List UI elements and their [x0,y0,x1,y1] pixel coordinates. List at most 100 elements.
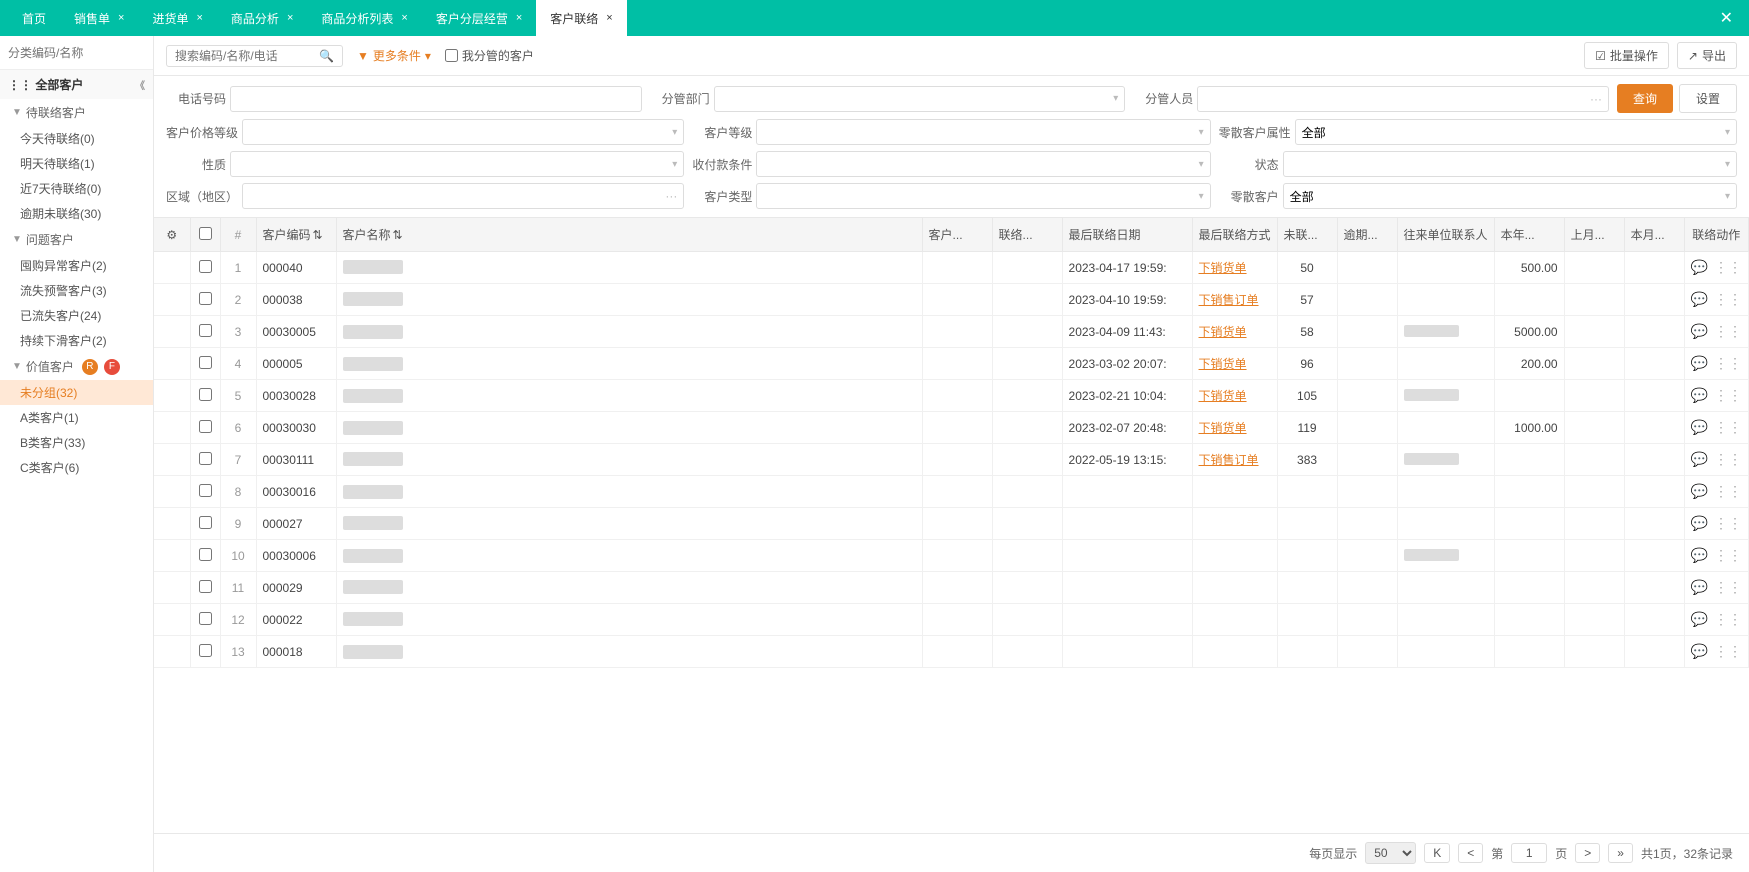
gear-icon[interactable]: ⚙ [166,228,177,242]
sidebar-item-class-b[interactable]: B类客户(33) [0,430,153,455]
tab-home[interactable]: 首页 [8,0,60,36]
price-level-select[interactable]: ▾ [242,119,684,145]
more-action-icon[interactable]: ⋮⋮ [1714,291,1742,308]
row-checkbox[interactable] [199,484,212,497]
batch-operations-button[interactable]: ☑ 批量操作 [1584,42,1669,69]
ellipsis-icon[interactable]: ··· [665,189,677,203]
contact-action-icon[interactable]: 💬 [1691,611,1708,628]
contact-action-icon[interactable]: 💬 [1691,547,1708,564]
row-checkbox[interactable] [199,292,212,305]
contact-action-icon[interactable]: 💬 [1691,323,1708,340]
select-all-checkbox[interactable] [199,227,212,240]
first-page-button[interactable]: K [1424,843,1450,863]
last-method-link[interactable]: 下销货单 [1199,325,1247,339]
last-page-button[interactable]: » [1608,843,1633,863]
overdue-col-header[interactable]: 逾期... [1337,218,1397,252]
contact-action-icon[interactable]: 💬 [1691,355,1708,372]
sidebar-item-ungroup[interactable]: 未分组(32) [0,380,153,405]
search-icon[interactable]: 🔍 [319,49,334,63]
type-col-header[interactable]: 客户... [922,218,992,252]
more-action-icon[interactable]: ⋮⋮ [1714,323,1742,340]
more-action-icon[interactable]: ⋮⋮ [1714,643,1742,660]
contact-action-icon[interactable]: 💬 [1691,451,1708,468]
tab-purchase[interactable]: 进货单 × [138,0,216,36]
retail-customer-select[interactable]: 全部 ▾ [1283,183,1737,209]
last-method-link[interactable]: 下销货单 [1199,421,1247,435]
this-year-col-header[interactable]: 本年... [1494,218,1564,252]
tab-product-analysis[interactable]: 商品分析 × [217,0,307,36]
close-tab-segment[interactable]: × [516,12,522,24]
unit-contact-col-header[interactable]: 往来单位联系人 [1397,218,1494,252]
query-button[interactable]: 查询 [1617,84,1673,113]
customer-type-select[interactable]: ▾ [756,183,1210,209]
contact-action-icon[interactable]: 💬 [1691,419,1708,436]
last-method-link[interactable]: 下销货单 [1199,389,1247,403]
more-action-icon[interactable]: ⋮⋮ [1714,483,1742,500]
last-method-link[interactable]: 下销售订单 [1199,293,1259,307]
contact-action-icon[interactable]: 💬 [1691,387,1708,404]
region-input[interactable]: ··· [242,183,684,209]
sidebar-item-overdue-pending[interactable]: 逾期未联络(30) [0,201,153,226]
collapse-icon[interactable]: 《 [135,77,145,92]
not-contact-col-header[interactable]: 未联... [1277,218,1337,252]
tab-customer-contact[interactable]: 客户联络 × [536,0,626,36]
contact-action-icon[interactable]: 💬 [1691,259,1708,276]
contact-action-icon[interactable]: 💬 [1691,291,1708,308]
group-problem-customers[interactable]: ▼ 问题客户 [0,226,153,253]
contact-action-icon[interactable]: 💬 [1691,579,1708,596]
name-col-header[interactable]: 客户名称⇅ [336,218,922,252]
row-checkbox[interactable] [199,324,212,337]
sidebar-item-hoarding-anomaly[interactable]: 囤购异常客户(2) [0,253,153,278]
more-action-icon[interactable]: ⋮⋮ [1714,515,1742,532]
last-method-link[interactable]: 下销货单 [1199,261,1247,275]
tab-customer-segment[interactable]: 客户分层经营 × [422,0,536,36]
dept-select-box[interactable]: ▾ [714,86,1126,112]
more-action-icon[interactable]: ⋮⋮ [1714,355,1742,372]
row-checkbox[interactable] [199,612,212,625]
group-pending-contact[interactable]: ▼ 待联络客户 [0,99,153,126]
tab-product-analysis-list[interactable]: 商品分析列表 × [307,0,421,36]
manager-input[interactable] [1204,92,1590,106]
row-checkbox[interactable] [199,580,212,593]
payment-select[interactable]: ▾ [756,151,1210,177]
close-tab-contact[interactable]: × [606,12,612,24]
sidebar-item-churned[interactable]: 已流失客户(24) [0,303,153,328]
more-action-icon[interactable]: ⋮⋮ [1714,579,1742,596]
contact-col-header[interactable]: 联络... [992,218,1062,252]
sidebar-item-declining[interactable]: 持续下滑客户(2) [0,328,153,353]
nature-select[interactable]: ▾ [230,151,684,177]
sidebar-item-class-a[interactable]: A类客户(1) [0,405,153,430]
tab-sales[interactable]: 销售单 × [60,0,138,36]
sidebar-item-churn-warning[interactable]: 流失预警客户(3) [0,278,153,303]
more-action-icon[interactable]: ⋮⋮ [1714,547,1742,564]
search-input[interactable] [175,49,315,63]
my-customers-checkbox[interactable] [445,49,458,62]
ellipsis-icon[interactable]: ··· [1590,92,1602,106]
phone-input[interactable] [237,92,635,106]
checkbox-col-header[interactable] [190,218,220,252]
next-page-button[interactable]: > [1575,843,1600,863]
last-method-link[interactable]: 下销售订单 [1199,453,1259,467]
status-select[interactable]: ▾ [1283,151,1737,177]
retail-attr-select[interactable]: 全部 ▾ [1295,119,1737,145]
close-tab-sales[interactable]: × [118,12,124,24]
prev-page-button[interactable]: < [1458,843,1483,863]
customer-level-select[interactable]: ▾ [756,119,1210,145]
close-tab-product-list[interactable]: × [401,12,407,24]
last-date-col-header[interactable]: 最后联络日期 [1062,218,1192,252]
close-tab-purchase[interactable]: × [196,12,202,24]
contact-action-icon[interactable]: 💬 [1691,515,1708,532]
row-checkbox[interactable] [199,420,212,433]
row-checkbox[interactable] [199,356,212,369]
window-close-button[interactable]: ✕ [1712,4,1741,32]
more-action-icon[interactable]: ⋮⋮ [1714,387,1742,404]
row-checkbox[interactable] [199,452,212,465]
close-tab-product-analysis[interactable]: × [287,12,293,24]
sidebar-item-7day-pending[interactable]: 近7天待联络(0) [0,176,153,201]
page-number-input[interactable] [1511,843,1547,863]
last-method-col-header[interactable]: 最后联络方式 [1192,218,1277,252]
last-method-link[interactable]: 下销货单 [1199,357,1247,371]
more-action-icon[interactable]: ⋮⋮ [1714,419,1742,436]
this-month-col-header[interactable]: 本月... [1624,218,1684,252]
reset-button[interactable]: 设置 [1679,84,1737,113]
